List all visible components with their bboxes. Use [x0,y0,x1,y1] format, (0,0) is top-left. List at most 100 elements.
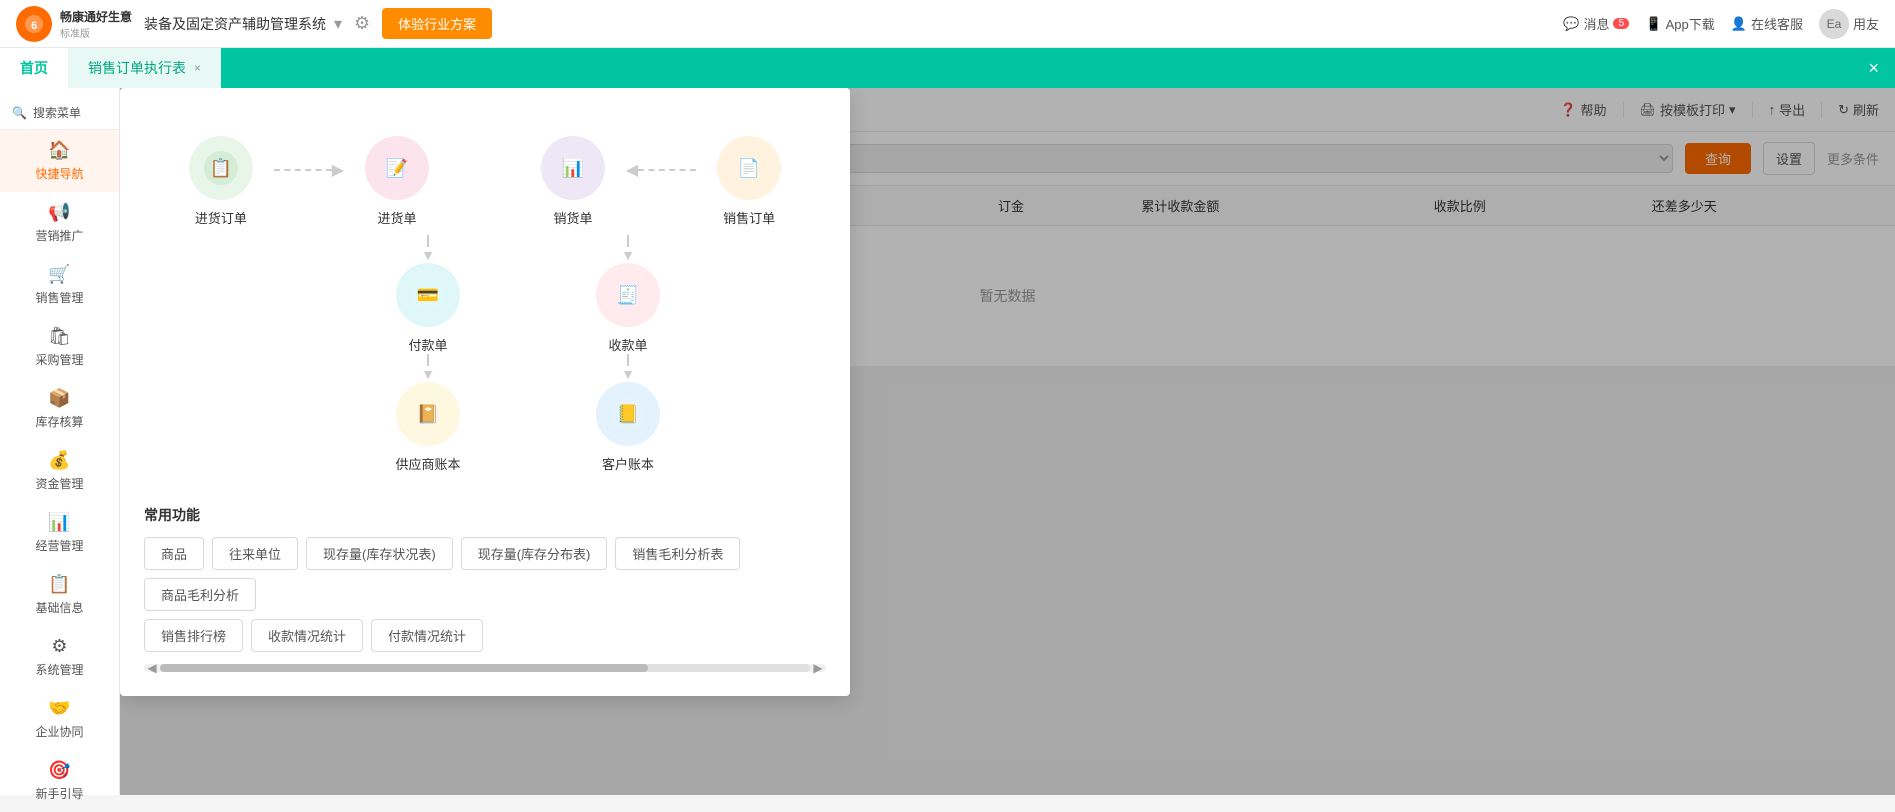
app-download-label: App下载 [1666,14,1715,33]
tab-home-label: 首页 [20,58,48,78]
svg-text:💳: 💳 [417,285,439,305]
settings-icon[interactable]: ⚙ [354,13,370,34]
flow-node-supplier-account[interactable]: 📔 供应商账本 [368,382,488,473]
sidebar-item-label: 采购管理 [35,351,83,368]
collab-icon: 🤝 [48,698,70,719]
sidebar-item-finance[interactable]: 💰 资金管理 [0,440,119,502]
svg-text:📋: 📋 [210,157,232,178]
logo-text: 畅康通好生意 标准版 [60,8,132,40]
sidebar-item-label: 新手引导 [35,785,83,802]
payment-label: 付款单 [408,335,447,354]
message-badge: 5 [1613,18,1629,29]
purchase-order-label: 进货订单 [195,208,247,227]
tab-home[interactable]: 首页 [0,48,68,88]
top-bar: 6 畅康通好生意 标准版 装备及固定资产辅助管理系统 ▾ ⚙ 体验行业方案 💬 … [0,0,1895,48]
search-icon: 🔍 [12,106,27,120]
logo-area: 6 畅康通好生意 标准版 [16,6,136,42]
user-item[interactable]: Ea 用友 [1819,9,1879,39]
tab-sales-label: 销售订单执行表 [88,58,186,78]
flow-node-sales-order[interactable]: 📊 销货单 [520,136,626,227]
nav-close-button[interactable]: × [1868,58,1879,79]
sales-order-label: 销货单 [554,208,593,227]
func-btn-receipt-stats[interactable]: 收款情况统计 [251,619,363,652]
basic-info-icon: 📋 [48,574,70,595]
sidebar-search-label: 搜索菜单 [33,104,81,121]
purchase-receipt-label: 进货单 [377,208,416,227]
dropdown-icon[interactable]: ▾ [334,14,342,34]
flow-node-payment[interactable]: 💳 付款单 [368,263,488,354]
sidebar-item-basic-info[interactable]: 📋 基础信息 [0,564,119,626]
avatar: Ea [1819,9,1849,39]
sidebar-item-inventory[interactable]: 📦 库存核算 [0,378,119,440]
scroll-left-arrow[interactable]: ◀ [144,660,160,676]
sidebar-item-newbie[interactable]: 🎯 新手引导 [0,750,119,812]
online-service-item[interactable]: 👤 在线客服 [1731,14,1803,33]
func-btn-payment-stats[interactable]: 付款情况统计 [371,619,483,652]
message-item[interactable]: 💬 消息 5 [1563,14,1629,33]
tab-close-icon[interactable]: × [194,61,201,75]
sidebar-item-label: 快捷导航 [35,165,83,182]
flow-node-receipt[interactable]: 🧾 收款单 [568,263,688,354]
receipt-label: 收款单 [608,335,647,354]
sidebar-item-label: 销售管理 [35,289,83,306]
customer-account-label: 客户账本 [602,454,654,473]
sidebar-item-marketing[interactable]: 📢 营销推广 [0,192,119,254]
func-btn-sales-profit-analysis[interactable]: 销售毛利分析表 [615,537,740,570]
func-btn-inventory-dist[interactable]: 现存量(库存分布表) [461,537,608,570]
flow-node-sales-purchase-order[interactable]: 📄 销售订单 [696,136,802,227]
svg-text:📄: 📄 [738,157,760,178]
arrow-purchase-to-receipt: ▶ [274,160,344,204]
sidebar-item-operations[interactable]: 📊 经营管理 [0,502,119,564]
top-right: 💬 消息 5 📱 App下载 👤 在线客服 Ea 用友 [1563,9,1879,39]
purchase-icon: 🛍 [48,326,71,347]
sidebar-item-label: 营销推广 [35,227,83,244]
online-service-label: 在线客服 [1751,14,1803,33]
func-btn-inventory-status[interactable]: 现存量(库存状况表) [306,537,453,570]
sidebar-item-label: 企业协同 [35,723,83,740]
sidebar-item-purchase[interactable]: 🛍 采购管理 [0,316,119,378]
func-buttons-row1: 商品 往来单位 现存量(库存状况表) 现存量(库存分布表) 销售毛利分析表 商品… [144,537,826,611]
sidebar-item-sales[interactable]: 🛒 销售管理 [0,254,119,316]
system-title-area: 装备及固定资产辅助管理系统 ▾ ⚙ 体验行业方案 [144,8,1563,39]
sidebar-item-system[interactable]: ⚙ 系统管理 [0,626,119,688]
sales-purchase-order-label: 销售订单 [723,208,775,227]
sidebar-item-collab[interactable]: 🤝 企业协同 [0,688,119,750]
scroll-right-arrow[interactable]: ▶ [810,660,826,676]
flow-node-purchase-receipt[interactable]: 📝 进货单 [344,136,450,227]
scrollbar-thumb[interactable] [160,664,648,672]
func-btn-sales-ranking[interactable]: 销售排行榜 [144,619,243,652]
system-icon: ⚙ [51,636,67,657]
func-btn-product-profit[interactable]: 商品毛利分析 [144,578,256,611]
modal-overlay: 📋 进货订单 ▶ [120,88,1895,795]
svg-text:📝: 📝 [386,157,408,178]
sidebar-search[interactable]: 🔍 搜索菜单 [0,96,119,130]
tab-sales-order[interactable]: 销售订单执行表 × [68,48,221,88]
finance-icon: 💰 [48,450,70,471]
nav-tabs: 首页 销售订单执行表 × × [0,48,1895,88]
sidebar-item-label: 系统管理 [35,661,83,678]
quick-guide-modal: 📋 进货订单 ▶ [120,88,850,696]
supplier-account-label: 供应商账本 [395,454,460,473]
modal-scrollbar[interactable]: ◀ ▶ [144,664,826,672]
try-button[interactable]: 体验行业方案 [382,8,492,39]
func-buttons-row2: 销售排行榜 收款情况统计 付款情况统计 [144,619,826,652]
sidebar-item-quick-nav[interactable]: 🏠 快捷导航 [0,130,119,192]
func-btn-product[interactable]: 商品 [144,537,204,570]
flow-diagram: 📋 进货订单 ▶ [144,112,826,489]
svg-text:🧾: 🧾 [617,284,639,305]
svg-text:6: 6 [31,20,37,32]
svg-text:📒: 📒 [617,404,639,424]
flow-node-purchase-order[interactable]: 📋 进货订单 [168,136,274,227]
sidebar: 🔍 搜索菜单 🏠 快捷导航 📢 营销推广 🛒 销售管理 🛍 采购管理 📦 库存核… [0,88,120,795]
customer-account-icon: 📒 [596,382,660,446]
flow-node-customer-account[interactable]: 📒 客户账本 [568,382,688,473]
func-btn-counterpart[interactable]: 往来单位 [212,537,298,570]
arrow-sales-to-sales-order: ◀ [626,160,696,204]
scrollbar-track [160,664,810,672]
common-functions-title: 常用功能 [144,505,826,525]
receipt-icon: 🧾 [596,263,660,327]
svg-text:📊: 📊 [562,157,584,178]
purchase-receipt-icon: 📝 [365,136,429,200]
quick-nav-icon: 🏠 [48,140,70,161]
app-download-item[interactable]: 📱 App下载 [1645,14,1714,33]
